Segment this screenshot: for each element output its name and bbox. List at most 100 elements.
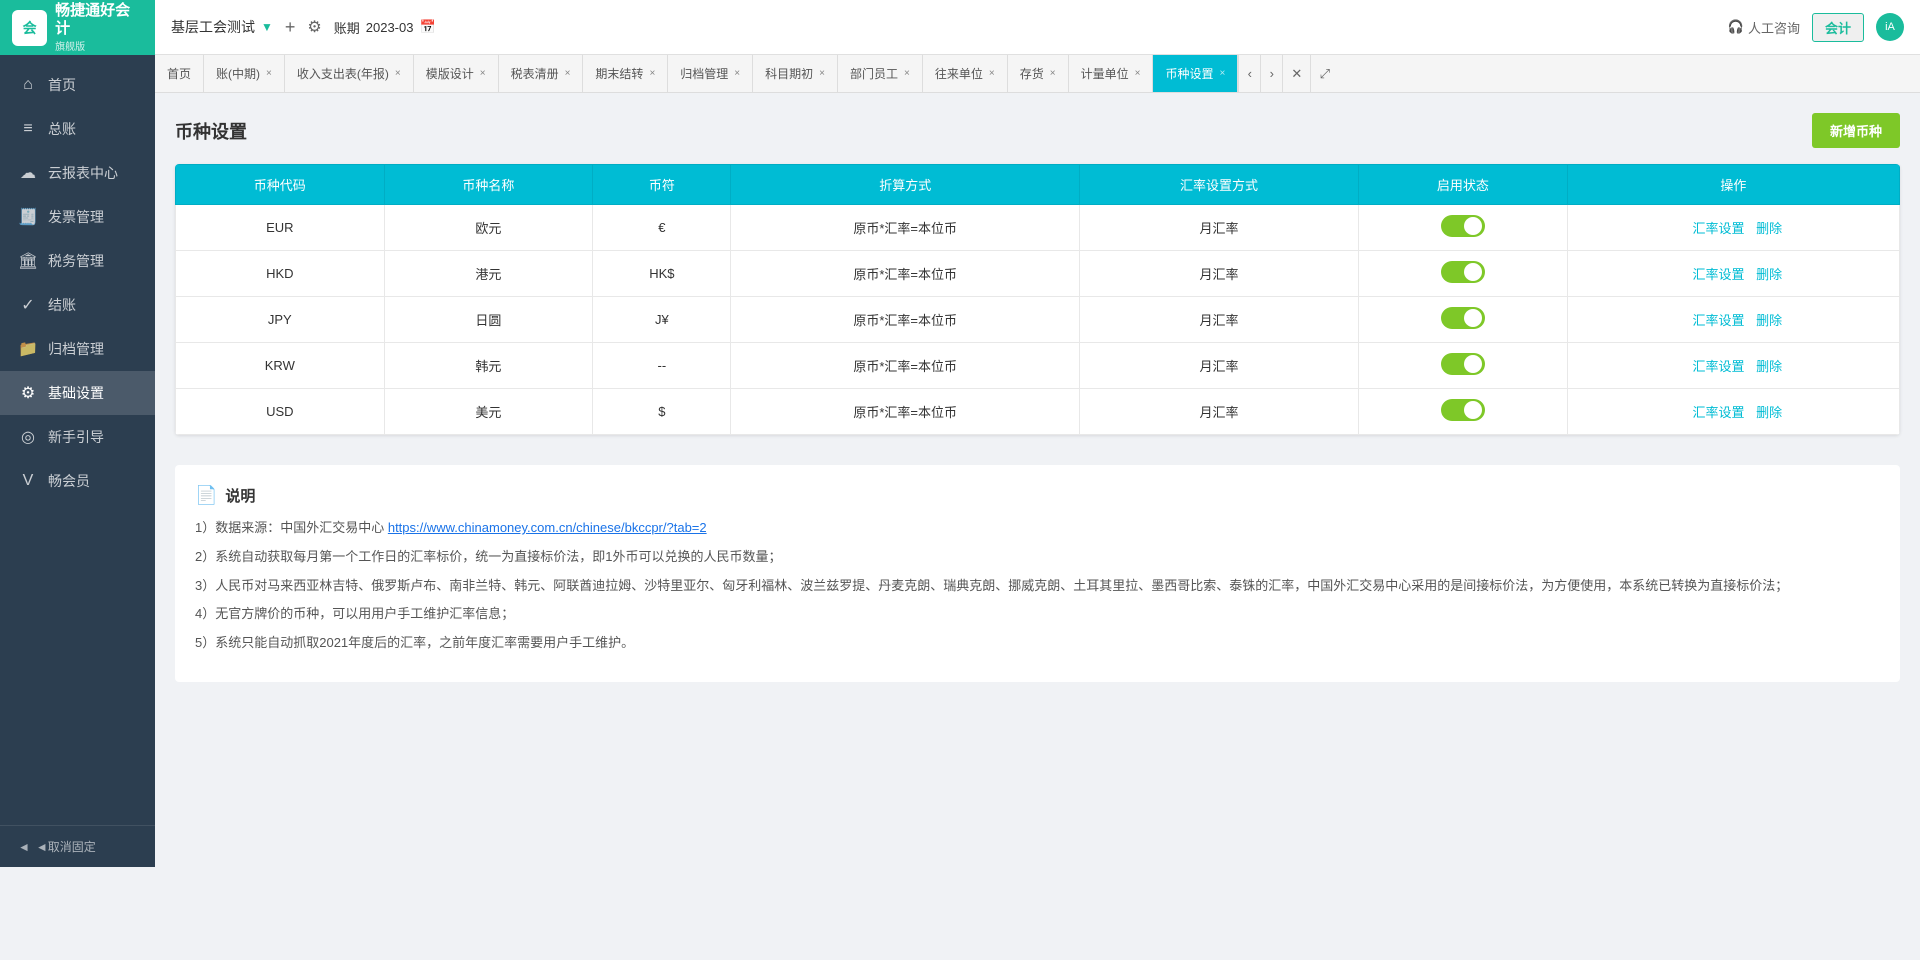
tab-subject[interactable]: 科目期初 × [753, 55, 838, 93]
cell-status [1359, 297, 1568, 343]
archive-icon: 📁 [18, 339, 38, 359]
sidebar-item-home[interactable]: ⌂ 首页 [0, 63, 155, 107]
tab-close-icon[interactable]: × [395, 68, 401, 79]
delete-link[interactable]: 删除 [1756, 359, 1782, 374]
enable-toggle[interactable] [1441, 399, 1485, 421]
tab-home[interactable]: 首页 [155, 55, 204, 93]
cell-name: 欧元 [384, 205, 593, 251]
tab-inventory[interactable]: 存货 × [1008, 55, 1069, 93]
tab-customer[interactable]: 往来单位 × [923, 55, 1008, 93]
main-content: 币种设置 新增币种 币种代码 币种名称 币符 折算方式 汇率设置方式 启用状态 … [155, 93, 1920, 867]
sidebar-pin-toggle[interactable]: ◄ ◄取消固定 [0, 825, 155, 867]
cell-symbol: HK$ [593, 251, 731, 297]
col-header-code: 币种代码 [176, 165, 385, 205]
tab-currency[interactable]: 币种设置 × [1153, 55, 1238, 93]
logo-sub: 旗舰版 [55, 38, 143, 53]
cell-ops: 汇率设置 删除 [1567, 389, 1899, 435]
company-selector[interactable]: 基层工会测试 ▼ [171, 17, 273, 37]
tab-taxbook[interactable]: 税表清册 × [499, 55, 584, 93]
avatar-initials: iA [1885, 21, 1895, 33]
tab-label: 首页 [167, 65, 191, 82]
tab-expand-button[interactable]: ⤢ [1310, 55, 1338, 93]
tab-prev-button[interactable]: ‹ [1238, 55, 1260, 93]
sidebar-item-label: 总账 [48, 119, 76, 139]
sidebar-item-archive[interactable]: 📁 归档管理 [0, 327, 155, 371]
rate-setting-link[interactable]: 汇率设置 [1693, 405, 1745, 420]
tab-close-icon[interactable]: × [565, 68, 571, 79]
sidebar-item-settings[interactable]: ⚙ 基础设置 [0, 371, 155, 415]
logo-icon: 会 [12, 10, 47, 46]
sidebar-item-tax[interactable]: 🏛 税务管理 [0, 239, 155, 283]
sidebar-item-invoice[interactable]: 🧾 发票管理 [0, 195, 155, 239]
logo-text: 畅捷通好会计 [55, 2, 143, 38]
header: 基层工会测试 ▼ + ⚙ 账期 2023-03 📅 🎧 人工咨询 会计 iA [155, 0, 1920, 55]
sidebar-item-reports[interactable]: ☁ 云报表中心 [0, 151, 155, 195]
tab-label: 模版设计 [426, 65, 474, 82]
tab-archive[interactable]: 归档管理 × [668, 55, 753, 93]
sidebar-item-member[interactable]: V 畅会员 [0, 459, 155, 503]
sidebar-item-label: 结账 [48, 295, 76, 315]
sidebar-item-guide[interactable]: ◎ 新手引导 [0, 415, 155, 459]
tab-template[interactable]: 模版设计 × [414, 55, 499, 93]
tab-close-icon[interactable]: × [989, 68, 995, 79]
service-button[interactable]: 🎧 人工咨询 [1728, 18, 1800, 37]
enable-toggle[interactable] [1441, 261, 1485, 283]
notes-link[interactable]: https://www.chinamoney.com.cn/chinese/bk… [388, 520, 707, 535]
tab-period[interactable]: 账(中期) × [204, 55, 285, 93]
add-tab-button[interactable]: + [285, 17, 296, 38]
tab-dept[interactable]: 部门员工 × [838, 55, 923, 93]
tab-close-icon[interactable]: × [819, 68, 825, 79]
cell-calc: 原币*汇率=本位币 [731, 251, 1080, 297]
member-icon: V [18, 472, 38, 490]
tab-period-close[interactable]: 期末结转 × [583, 55, 668, 93]
enable-toggle[interactable] [1441, 215, 1485, 237]
new-currency-button[interactable]: 新增币种 [1812, 113, 1900, 148]
delete-link[interactable]: 删除 [1756, 221, 1782, 236]
rate-setting-link[interactable]: 汇率设置 [1693, 267, 1745, 282]
tab-close-icon[interactable]: × [649, 68, 655, 79]
settings-icon: ⚙ [18, 383, 38, 403]
sidebar-item-label: 基础设置 [48, 383, 104, 403]
kuaiji-button[interactable]: 会计 [1812, 13, 1864, 42]
guide-icon: ◎ [18, 427, 38, 447]
note-item: 1）数据来源：中国外汇交易中心 https://www.chinamoney.c… [195, 518, 1880, 539]
notes-title-text: 说明 [225, 485, 255, 506]
rate-setting-link[interactable]: 汇率设置 [1693, 313, 1745, 328]
sidebar-nav: ⌂ 首页 ≡ 总账 ☁ 云报表中心 🧾 发票管理 🏛 税务管理 ✓ 结账 📁 归… [0, 55, 155, 825]
period-selector[interactable]: 账期 2023-03 📅 [334, 18, 436, 37]
col-header-name: 币种名称 [384, 165, 593, 205]
sidebar-item-ledger[interactable]: ≡ 总账 [0, 107, 155, 151]
delete-link[interactable]: 删除 [1756, 313, 1782, 328]
enable-toggle[interactable] [1441, 353, 1485, 375]
user-avatar[interactable]: iA [1876, 13, 1904, 41]
tab-close-icon[interactable]: × [734, 68, 740, 79]
rate-setting-link[interactable]: 汇率设置 [1693, 221, 1745, 236]
sidebar-item-close[interactable]: ✓ 结账 [0, 283, 155, 327]
tab-unit[interactable]: 计量单位 × [1069, 55, 1154, 93]
tab-label: 币种设置 [1165, 65, 1213, 82]
tab-close-icon[interactable]: × [1135, 68, 1141, 79]
tab-close-icon[interactable]: × [1050, 68, 1056, 79]
sidebar-logo: 会 畅捷通好会计 旗舰版 [0, 0, 155, 55]
tab-close-icon[interactable]: × [266, 68, 272, 79]
ledger-icon: ≡ [18, 120, 38, 138]
tab-close-icon[interactable]: × [480, 68, 486, 79]
toggle-knob [1464, 217, 1482, 235]
tab-next-button[interactable]: › [1260, 55, 1282, 93]
tab-label: 科目期初 [765, 65, 813, 82]
delete-link[interactable]: 删除 [1756, 267, 1782, 282]
calendar-icon: 📅 [419, 19, 435, 35]
tab-close-icon[interactable]: × [1219, 68, 1225, 79]
notes-title: 📄 说明 [195, 485, 1880, 506]
enable-toggle[interactable] [1441, 307, 1485, 329]
cell-code: JPY [176, 297, 385, 343]
cell-calc: 原币*汇率=本位币 [731, 297, 1080, 343]
tab-label: 期末结转 [595, 65, 643, 82]
tab-close-all-button[interactable]: ✕ [1282, 55, 1310, 93]
settings-gear-icon[interactable]: ⚙ [307, 17, 321, 37]
delete-link[interactable]: 删除 [1756, 405, 1782, 420]
tab-income[interactable]: 收入支出表(年报) × [285, 55, 414, 93]
rate-setting-link[interactable]: 汇率设置 [1693, 359, 1745, 374]
tab-label: 税表清册 [511, 65, 559, 82]
tab-close-icon[interactable]: × [904, 68, 910, 79]
